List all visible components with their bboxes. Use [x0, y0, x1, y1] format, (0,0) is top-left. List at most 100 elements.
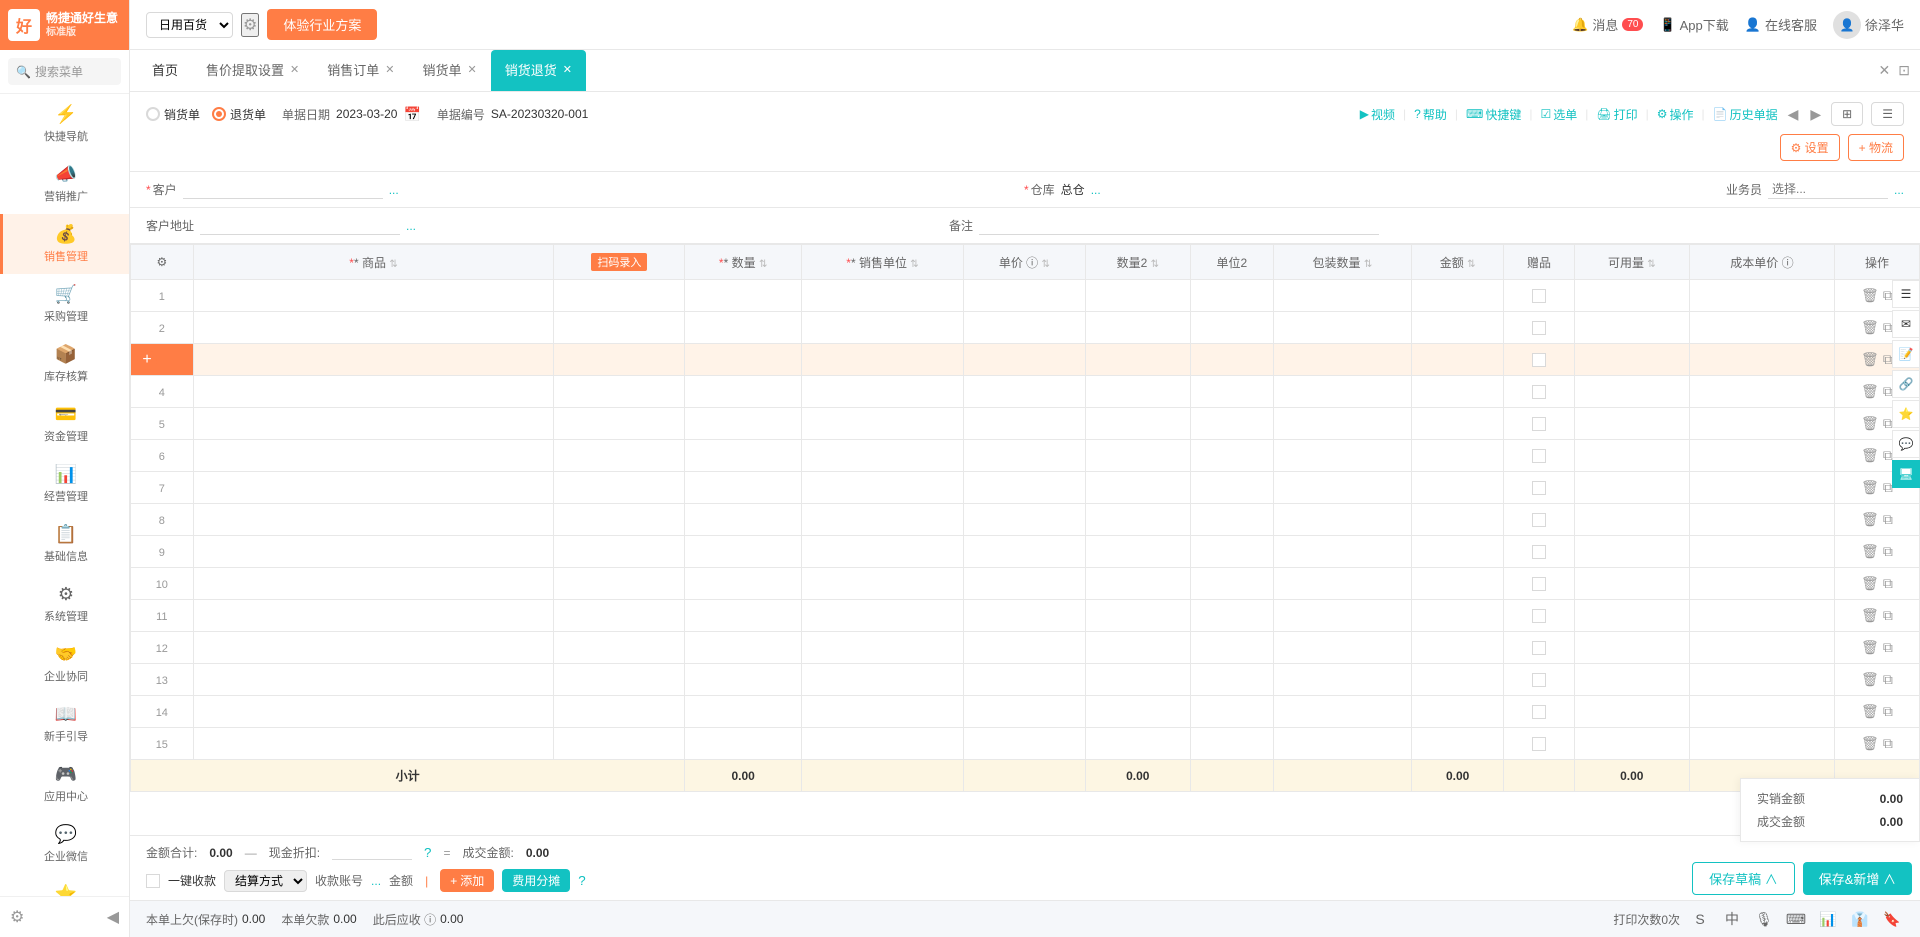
next-record-button[interactable]: ▶	[1808, 104, 1823, 125]
row-1-unit[interactable]	[801, 280, 963, 312]
action-select[interactable]: ☑ 选单	[1540, 106, 1577, 123]
action-help[interactable]: ? 帮助	[1414, 106, 1447, 123]
th-quantity[interactable]: * 数量 ⇅	[685, 245, 802, 280]
action-video[interactable]: ▶ 视频	[1360, 106, 1395, 123]
warehouse-dots[interactable]: ...	[1091, 183, 1101, 197]
right-panel-btn-3[interactable]: 📝	[1892, 340, 1920, 368]
right-panel-btn-1[interactable]: ☰	[1892, 280, 1920, 308]
copy-row-10[interactable]: ⧉	[1883, 575, 1893, 592]
list-view-button[interactable]: ☰	[1871, 102, 1904, 126]
delete-row-5[interactable]: 🗑	[1861, 415, 1879, 432]
th-qty2[interactable]: 数量2 ⇅	[1085, 245, 1190, 280]
gift-checkbox-11[interactable]	[1532, 609, 1546, 623]
row-2-price[interactable]	[964, 312, 1086, 344]
action-print[interactable]: 🖨 打印	[1596, 106, 1637, 123]
logistics-btn[interactable]: + 物流	[1848, 134, 1904, 161]
address-dots[interactable]: ...	[406, 219, 416, 233]
radio-sales-slip[interactable]: 销货单	[146, 106, 200, 123]
row-3-pkg-qty[interactable]	[1273, 344, 1411, 376]
settings-btn[interactable]: ⚙ 设置	[1780, 134, 1840, 161]
row-1-cost-price[interactable]	[1689, 280, 1834, 312]
row-3-product-input[interactable]	[200, 352, 548, 367]
add-payment-button[interactable]: + 添加	[440, 869, 494, 892]
delete-row-2-button[interactable]: 🗑	[1861, 319, 1879, 336]
copy-row-12[interactable]: ⧉	[1883, 639, 1893, 656]
gift-checkbox-12[interactable]	[1532, 641, 1546, 655]
gift-checkbox-7[interactable]	[1532, 481, 1546, 495]
gift-checkbox-4[interactable]	[1532, 385, 1546, 399]
row-2-amount[interactable]	[1411, 312, 1504, 344]
gift-checkbox-1[interactable]	[1532, 289, 1546, 303]
gift-checkbox-8[interactable]	[1532, 513, 1546, 527]
tool-icon-4[interactable]: ⌨	[1784, 907, 1808, 931]
row-3-unit2[interactable]	[1190, 344, 1273, 376]
gift-checkbox-2[interactable]	[1532, 321, 1546, 335]
row-1-product[interactable]	[193, 280, 554, 312]
collapse-button[interactable]: ◀	[107, 907, 119, 927]
gift-checkbox-14[interactable]	[1532, 705, 1546, 719]
row-1-quantity[interactable]	[685, 280, 802, 312]
action-history[interactable]: 📄 历史单据	[1713, 106, 1778, 123]
one-click-checkbox[interactable]	[146, 874, 160, 888]
split-help-button[interactable]: ?	[578, 873, 585, 888]
delete-row-15[interactable]: 🗑	[1861, 735, 1879, 752]
copy-row-13[interactable]: ⧉	[1883, 671, 1893, 688]
right-panel-btn-4[interactable]: 🔗	[1892, 370, 1920, 398]
sidebar-item-purchase[interactable]: 🛒 采购管理	[0, 274, 129, 334]
maximize-window-button[interactable]: ⊡	[1896, 60, 1912, 81]
action-operation[interactable]: ⚙ 操作	[1657, 106, 1694, 123]
row-2-cost-price[interactable]	[1689, 312, 1834, 344]
tab-price-settings[interactable]: 售价提取设置 ✕	[192, 50, 313, 91]
settle-method-select[interactable]: 结算方式	[224, 870, 307, 892]
row-3-unit[interactable]	[801, 344, 963, 376]
row-3-qty2[interactable]	[1085, 344, 1190, 376]
tab-close-delivery[interactable]: ✕	[468, 63, 477, 76]
row-1-available[interactable]	[1574, 280, 1689, 312]
sidebar-item-apps[interactable]: 🎮 应用中心	[0, 754, 129, 814]
th-package-qty[interactable]: 包装数量 ⇅	[1273, 245, 1411, 280]
tab-sales-order[interactable]: 销售订单 ✕	[313, 50, 408, 91]
tab-close-price-settings[interactable]: ✕	[290, 63, 299, 76]
staff-dots[interactable]: ...	[1894, 183, 1904, 197]
delete-row-7[interactable]: 🗑	[1861, 479, 1879, 496]
row-2-unit[interactable]	[801, 312, 963, 344]
radio-return-slip[interactable]: 退货单	[212, 106, 266, 123]
add-row-button[interactable]: +	[137, 350, 157, 370]
sidebar-item-system[interactable]: ⚙ 系统管理	[0, 574, 129, 634]
right-panel-btn-6[interactable]: 💬	[1892, 430, 1920, 458]
delete-row-9[interactable]: 🗑	[1861, 543, 1879, 560]
copy-row-14[interactable]: ⧉	[1883, 703, 1893, 720]
sidebar-item-wechat[interactable]: 💬 企业微信	[0, 814, 129, 874]
tool-icon-2[interactable]: 中	[1720, 907, 1744, 931]
user-menu[interactable]: 👤 徐泽华	[1833, 11, 1904, 39]
delete-row-6[interactable]: 🗑	[1861, 447, 1879, 464]
delete-row-14[interactable]: 🗑	[1861, 703, 1879, 720]
th-amount[interactable]: 金额 ⇅	[1411, 245, 1504, 280]
search-menu-button[interactable]: 🔍 搜索菜单	[8, 58, 121, 85]
date-picker-button[interactable]: 📅	[403, 106, 420, 123]
row-3-quantity[interactable]	[685, 344, 802, 376]
staff-input[interactable]	[1768, 180, 1888, 199]
th-product[interactable]: * 商品 ⇅	[193, 245, 554, 280]
delete-row-3-button[interactable]: 🗑	[1861, 351, 1879, 368]
copy-row-15[interactable]: ⧉	[1883, 735, 1893, 752]
close-window-button[interactable]: ✕	[1877, 60, 1893, 81]
category-select[interactable]: 日用百货	[146, 12, 233, 38]
app-download-button[interactable]: 📱 App下载	[1659, 15, 1728, 34]
copy-row-9[interactable]: ⧉	[1883, 543, 1893, 560]
row-3-amount[interactable]	[1411, 344, 1504, 376]
trial-button[interactable]: 体验行业方案	[267, 9, 377, 40]
account-dots[interactable]: ...	[371, 874, 381, 888]
tool-icon-1[interactable]: S	[1688, 907, 1712, 931]
save-new-button[interactable]: 保存&新增 ∧	[1803, 862, 1912, 895]
row-3-cost-price[interactable]	[1689, 344, 1834, 376]
row-3-gift[interactable]	[1504, 344, 1574, 376]
row-1-price[interactable]	[964, 280, 1086, 312]
tab-delivery[interactable]: 销货单 ✕	[408, 50, 490, 91]
delete-row-8[interactable]: 🗑	[1861, 511, 1879, 528]
right-panel-btn-2[interactable]: ✉	[1892, 310, 1920, 338]
sidebar-item-vip[interactable]: ⭐ 畅会员	[0, 874, 129, 896]
gift-checkbox-3[interactable]	[1532, 353, 1546, 367]
gift-checkbox-6[interactable]	[1532, 449, 1546, 463]
row-2-gift[interactable]	[1504, 312, 1574, 344]
